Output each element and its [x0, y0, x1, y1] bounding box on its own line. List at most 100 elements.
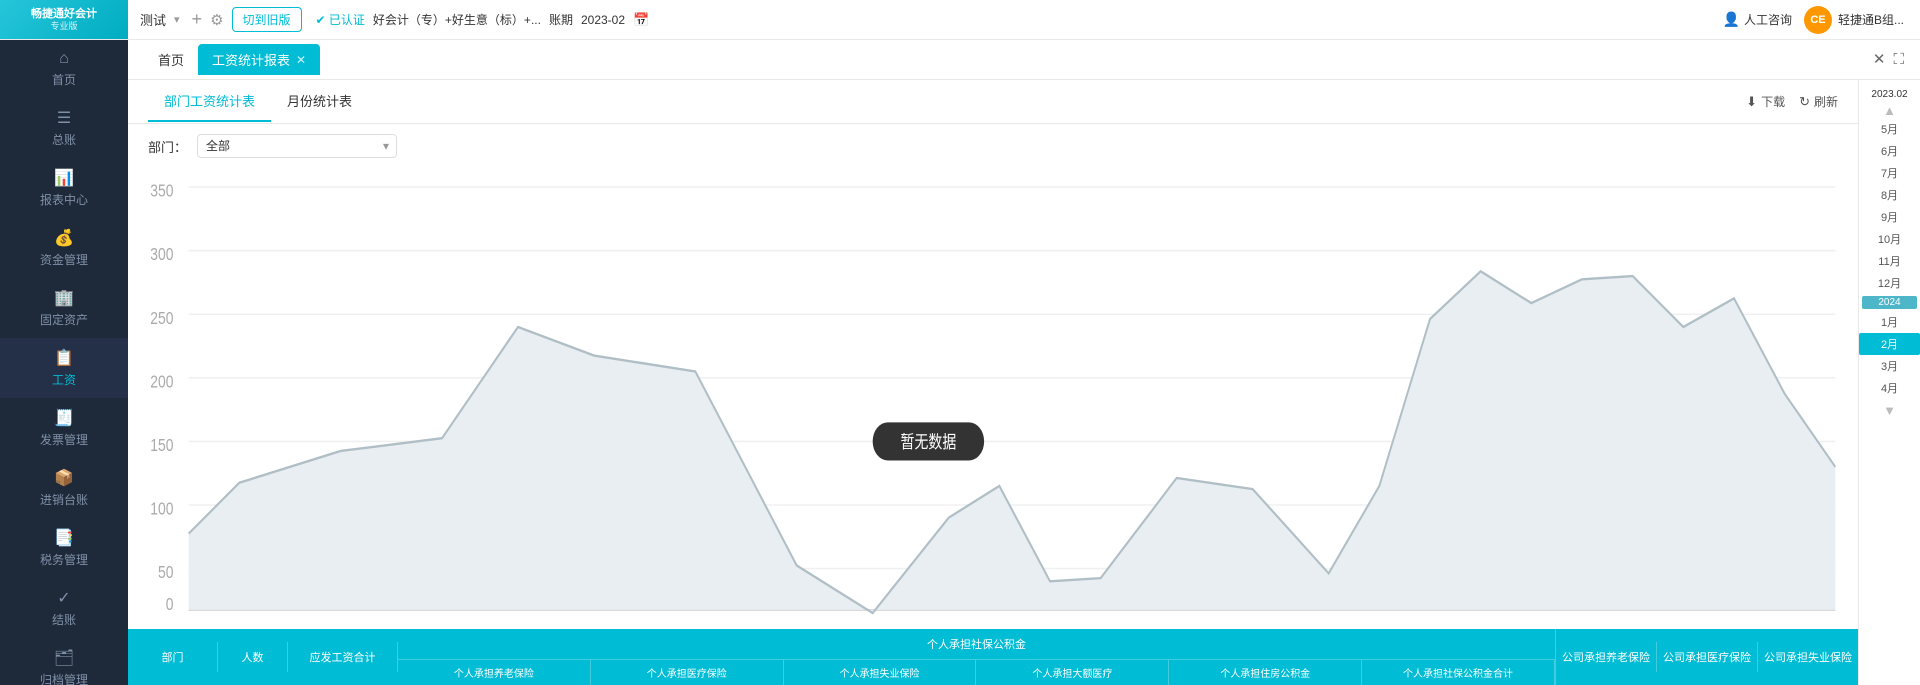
- chart-area: 350 300 250 200 150 100 50 0: [128, 168, 1858, 629]
- logo-text: 畅捷通好会计: [31, 8, 97, 21]
- sidebar-label: 总账: [52, 131, 76, 148]
- th-personal-medical: 个人承担医疗保险: [591, 660, 784, 685]
- sub-tab-dept[interactable]: 部门工资统计表: [148, 81, 271, 122]
- svg-text:200: 200: [150, 373, 173, 392]
- right-panel-month-mar[interactable]: 3月: [1859, 355, 1920, 377]
- sub-tab-dept-label: 部门工资统计表: [164, 94, 255, 109]
- right-panel-month-9[interactable]: 9月: [1859, 206, 1920, 228]
- right-panel-month-8[interactable]: 8月: [1859, 184, 1920, 206]
- ledger-icon: ☰: [57, 108, 71, 128]
- right-panel-nav-down[interactable]: ▼: [1883, 403, 1896, 418]
- right-panel-month-10[interactable]: 10月: [1859, 228, 1920, 250]
- svg-text:100: 100: [150, 500, 173, 519]
- right-panel-nav-up[interactable]: ▲: [1883, 103, 1896, 118]
- sidebar: ⌂ 首页 ☰ 总账 📊 报表中心 💰 资金管理 🏢 固定资产 📋 工资: [0, 40, 128, 685]
- th-company-pension: 公司承担养老保险: [1556, 642, 1657, 672]
- svg-text:250: 250: [150, 309, 173, 328]
- th-personal-pension: 个人承担养老保险: [398, 660, 591, 685]
- refresh-label: 刷新: [1814, 93, 1838, 110]
- assets-icon: 🏢: [54, 288, 74, 308]
- tab-salary-label: 工资统计报表: [212, 50, 290, 69]
- sidebar-label: 税务管理: [40, 551, 88, 568]
- user-name: 轻捷通B组...: [1838, 11, 1904, 28]
- year-2024-badge: 2024: [1862, 296, 1917, 309]
- sidebar-item-salary[interactable]: 📋 工资: [0, 338, 128, 398]
- tab-home[interactable]: 首页: [144, 42, 198, 77]
- avatar: CE: [1804, 6, 1832, 34]
- svg-text:暂无数据: 暂无数据: [901, 432, 957, 452]
- sidebar-label: 报表中心: [40, 191, 88, 208]
- refresh-icon: ↻: [1799, 94, 1810, 110]
- service-icon: 👤: [1723, 11, 1740, 28]
- sidebar-label: 归档管理: [40, 671, 88, 685]
- sidebar-item-ledger[interactable]: ☰ 总账: [0, 98, 128, 158]
- svg-text:300: 300: [150, 246, 173, 265]
- sub-tab-monthly[interactable]: 月份统计表: [271, 81, 368, 122]
- sub-tab-bar: 部门工资统计表 月份统计表 ⬇ 下载 ↻ 刷新: [128, 80, 1858, 124]
- right-panel-month-12[interactable]: 12月: [1859, 272, 1920, 294]
- sidebar-item-tax[interactable]: 📑 税务管理: [0, 518, 128, 578]
- service-label: 人工咨询: [1744, 11, 1792, 28]
- th-personal-housing: 个人承担住房公积金: [1169, 660, 1362, 685]
- right-panel-month-7[interactable]: 7月: [1859, 162, 1920, 184]
- window-close-button[interactable]: ✕: [1873, 52, 1886, 67]
- header-add-button[interactable]: +: [192, 9, 203, 30]
- logo: 畅捷通好会计 专业版: [0, 0, 128, 39]
- th-company-unemploy: 公司承担失业保险: [1758, 642, 1858, 672]
- sidebar-label: 进销台账: [40, 491, 88, 508]
- reports-icon: 📊: [54, 168, 74, 188]
- tab-home-label: 首页: [158, 53, 184, 68]
- th-personal-total: 个人承担社保公积金合计: [1362, 660, 1555, 685]
- right-panel: 2023.02 ▲ 5月 6月 7月 8月 9月 10月 11月 12月 202…: [1858, 80, 1920, 685]
- sidebar-label: 首页: [52, 71, 76, 88]
- sidebar-label: 固定资产: [40, 311, 88, 328]
- th-personal-bigmed: 个人承担大额医疗: [976, 660, 1169, 685]
- header-title: 测试: [140, 10, 166, 29]
- right-panel-month-jan[interactable]: 1月: [1859, 311, 1920, 333]
- sidebar-item-assets[interactable]: 🏢 固定资产: [0, 278, 128, 338]
- window-expand-button[interactable]: ⛶: [1893, 52, 1904, 67]
- sidebar-item-archive[interactable]: 🗂 归档管理: [0, 638, 128, 685]
- dept-select[interactable]: 全部: [197, 134, 397, 158]
- right-panel-month-6[interactable]: 6月: [1859, 140, 1920, 162]
- service-button[interactable]: 👤 人工咨询: [1723, 11, 1792, 28]
- period-label: 账期: [549, 11, 573, 28]
- tab-close-icon[interactable]: ✕: [296, 53, 306, 67]
- th-count: 人数: [218, 642, 288, 672]
- user-menu[interactable]: CE 轻捷通B组...: [1804, 6, 1904, 34]
- header-dropdown-arrow[interactable]: ▾: [174, 13, 180, 26]
- sidebar-item-home[interactable]: ⌂ 首页: [0, 40, 128, 98]
- switch-old-button[interactable]: 切到旧版: [232, 7, 302, 32]
- tab-salary-report[interactable]: 工资统计报表 ✕: [198, 44, 320, 75]
- filter-label: 部门：: [148, 137, 187, 156]
- download-icon: ⬇: [1746, 94, 1757, 110]
- table-header: 部门 人数 应发工资合计 个人承担社保公积金 个人承担养老保险 个人承担医疗保险…: [128, 629, 1858, 685]
- header-settings-icon[interactable]: ⚙: [210, 11, 223, 29]
- svg-text:350: 350: [150, 182, 173, 201]
- th-total-wage: 应发工资合计: [288, 642, 398, 672]
- account-status: 好会计（专）+好生意（标）+...: [373, 11, 541, 28]
- sidebar-item-settle[interactable]: ✓ 结账: [0, 578, 128, 638]
- sidebar-item-funds[interactable]: 💰 资金管理: [0, 218, 128, 278]
- sidebar-item-sales[interactable]: 📦 进销台账: [0, 458, 128, 518]
- tax-icon: 📑: [54, 528, 74, 548]
- chart-svg: 350 300 250 200 150 100 50 0: [138, 168, 1848, 629]
- refresh-button[interactable]: ↻ 刷新: [1799, 93, 1838, 110]
- sidebar-item-invoice[interactable]: 🧾 发票管理: [0, 398, 128, 458]
- th-dept: 部门: [128, 642, 218, 672]
- right-panel-month-5[interactable]: 5月: [1859, 118, 1920, 140]
- th-company-medical: 公司承担医疗保险: [1657, 642, 1758, 672]
- download-button[interactable]: ⬇ 下载: [1746, 93, 1785, 110]
- certified-status: ✔ 已认证: [316, 11, 365, 28]
- svg-text:150: 150: [150, 437, 173, 456]
- sidebar-label: 工资: [52, 371, 76, 388]
- th-personal-unemploy: 个人承担失业保险: [784, 660, 977, 685]
- right-panel-month-11[interactable]: 11月: [1859, 250, 1920, 272]
- calendar-icon[interactable]: 📅: [633, 12, 649, 28]
- sidebar-item-reports[interactable]: 📊 报表中心: [0, 158, 128, 218]
- right-panel-month-apr[interactable]: 4月: [1859, 377, 1920, 399]
- right-panel-month-feb[interactable]: 2月: [1859, 333, 1920, 355]
- logo-sub: 专业版: [50, 21, 77, 32]
- filter-select-wrapper[interactable]: 全部 ▾: [197, 134, 397, 158]
- home-icon: ⌂: [59, 50, 69, 68]
